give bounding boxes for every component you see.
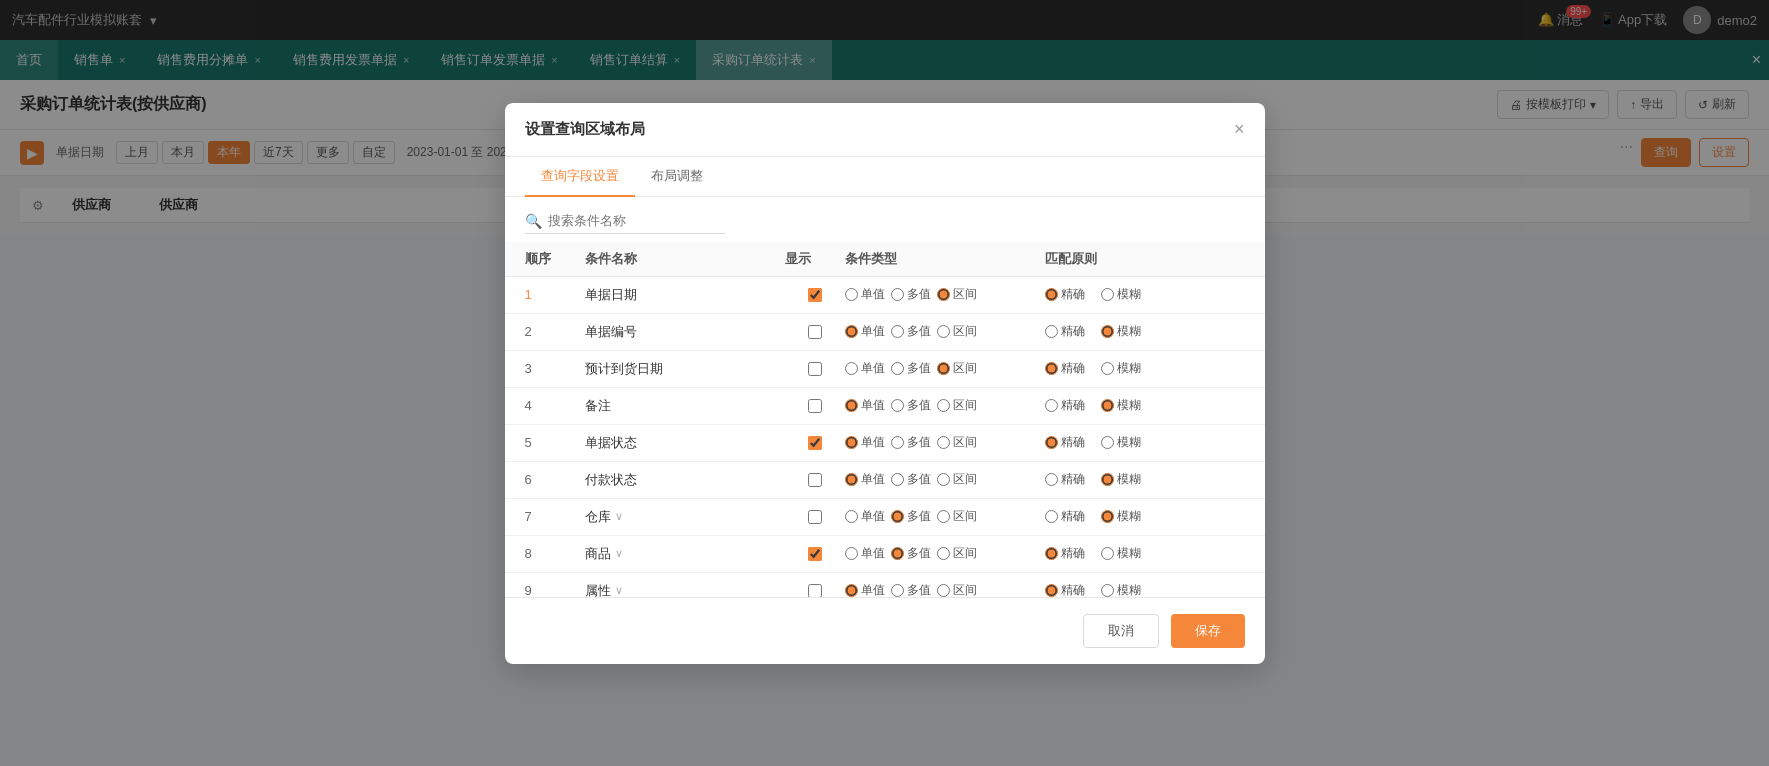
modal-tab-query-fields-label: 查询字段设置 — [541, 168, 619, 183]
modal-tabs: 查询字段设置 布局调整 — [505, 157, 1265, 197]
settings-modal: 设置查询区域布局 × 查询字段设置 布局调整 🔍 顺序 条件名称 显示 — [505, 103, 1265, 236]
search-icon: 🔍 — [525, 213, 542, 229]
modal-header: 设置查询区域布局 × — [505, 103, 1265, 157]
modal-title: 设置查询区域布局 — [525, 120, 645, 139]
modal-overlay: 设置查询区域布局 × 查询字段设置 布局调整 🔍 顺序 条件名称 显示 — [0, 0, 1769, 235]
modal-tab-layout[interactable]: 布局调整 — [635, 157, 719, 197]
search-input[interactable] — [548, 213, 725, 228]
modal-search-area: 🔍 — [505, 197, 1265, 236]
modal-tab-layout-label: 布局调整 — [651, 168, 703, 183]
modal-close-btn[interactable]: × — [1234, 119, 1245, 140]
modal-tab-query-fields[interactable]: 查询字段设置 — [525, 157, 635, 197]
search-box: 🔍 — [525, 209, 725, 234]
